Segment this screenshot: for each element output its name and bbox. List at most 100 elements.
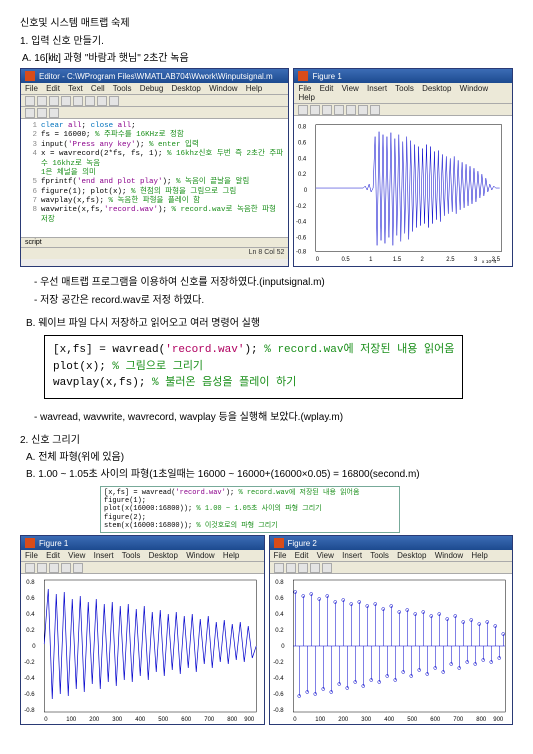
code-snippet-2: [x,fs] = wavread('record.wav'); % record… [100, 486, 400, 534]
svg-text:-0.8: -0.8 [273, 708, 284, 714]
fig1b-menubar[interactable]: File Edit View Insert Tools Desktop Wind… [21, 550, 264, 562]
svg-text:800: 800 [227, 717, 238, 723]
svg-text:0: 0 [32, 644, 36, 650]
svg-text:200: 200 [89, 717, 100, 723]
figure1-axes[interactable]: 0.80.60.4 0.20-0.2 -0.4-0.6-0.8 00.51 1.… [294, 116, 512, 266]
fig2-toolbar[interactable] [270, 562, 513, 574]
svg-text:600: 600 [430, 717, 441, 723]
editor-menubar[interactable]: File Edit Text Cell Tools Debug Desktop … [21, 83, 288, 95]
plot-stem: 0.80.60.4 0.20-0.2 -0.4-0.6-0.8 0100200 … [270, 574, 513, 724]
fig2-title: Figure 2 [288, 539, 317, 548]
figure1-title-text: Figure 1 [312, 72, 341, 81]
svg-text:0: 0 [316, 257, 320, 263]
figure1-titlebar: Figure 1 [294, 69, 512, 83]
fmenu-tools[interactable]: Tools [395, 84, 414, 93]
doc-title: 신호및 시스템 매트랩 숙제 [20, 14, 513, 29]
figure-app-icon [298, 71, 308, 81]
figure-2-window: Figure 2 File Edit View Insert Tools Des… [269, 535, 514, 725]
svg-text:0: 0 [281, 644, 285, 650]
section-2a: A. 전체 파형(위에 있음) [26, 448, 513, 463]
menu-help[interactable]: Help [246, 84, 262, 93]
section-1a: A. 16[㎑] 과형 "바람과 햇님" 2초간 녹음 [22, 49, 513, 64]
fig-icon [274, 538, 284, 548]
line-num: 1 [25, 122, 37, 131]
svg-text:0.6: 0.6 [298, 141, 307, 147]
editor-tab[interactable]: script [21, 237, 288, 247]
editor-toolbar[interactable] [21, 95, 288, 107]
fmenu-view[interactable]: View [342, 84, 359, 93]
svg-text:100: 100 [315, 717, 326, 723]
fmenu-window[interactable]: Window [460, 84, 488, 93]
svg-text:200: 200 [338, 717, 349, 723]
fmenu-insert[interactable]: Insert [367, 84, 387, 93]
fmenu-file[interactable]: File [298, 84, 311, 93]
fmenu-desktop[interactable]: Desktop [422, 84, 451, 93]
menu-window[interactable]: Window [209, 84, 237, 93]
svg-text:-0.8: -0.8 [24, 708, 35, 714]
figure1-menubar[interactable]: File Edit View Insert Tools Desktop Wind… [294, 83, 512, 104]
note-2: - 저장 공간은 record.wav로 저정 하였다. [34, 291, 513, 306]
svg-text:700: 700 [204, 717, 215, 723]
svg-text:900: 900 [244, 717, 255, 723]
code-block: [x,fs] = wavread('record.wav'); % record… [44, 335, 463, 399]
svg-text:-0.4: -0.4 [273, 676, 284, 682]
svg-text:-0.6: -0.6 [24, 692, 35, 698]
svg-text:-0.6: -0.6 [273, 692, 284, 698]
svg-text:2.5: 2.5 [447, 257, 456, 263]
menu-text[interactable]: Text [68, 84, 83, 93]
note-3: - wavread, wavwrite, wavrecord, wavplay … [34, 408, 513, 423]
svg-text:0.4: 0.4 [275, 612, 284, 618]
fig1b-toolbar[interactable] [21, 562, 264, 574]
fig1b-title: Figure 1 [39, 539, 68, 548]
svg-text:100: 100 [66, 717, 77, 723]
svg-text:900: 900 [493, 717, 504, 723]
svg-text:0.4: 0.4 [26, 612, 35, 618]
svg-text:700: 700 [453, 717, 464, 723]
menu-cell[interactable]: Cell [91, 84, 105, 93]
menu-desktop[interactable]: Desktop [172, 84, 201, 93]
fig1b-titlebar: Figure 1 [21, 536, 264, 550]
svg-text:-0.2: -0.2 [273, 660, 284, 666]
editor-toolbar-2[interactable] [21, 107, 288, 119]
fmenu-help[interactable]: Help [298, 93, 314, 102]
svg-text:300: 300 [112, 717, 123, 723]
svg-text:500: 500 [158, 717, 169, 723]
figure-1-bottom-window: Figure 1 File Edit View Insert Tools Des… [20, 535, 265, 725]
svg-text:0: 0 [304, 188, 308, 194]
svg-text:400: 400 [135, 717, 146, 723]
svg-text:2: 2 [421, 257, 424, 263]
editor-code-area[interactable]: 1clear all; close all; 2fs = 16000; % 주파… [21, 119, 288, 237]
fig1b-axes[interactable]: 0.80.60.4 0.20-0.2 -0.4-0.6-0.8 0100200 … [21, 574, 264, 724]
figure1-toolbar[interactable] [294, 104, 512, 116]
section-2b: B. 1.00 ~ 1.05초 사이의 파형(1초일때는 16000 ~ 160… [26, 465, 513, 480]
menu-edit[interactable]: Edit [46, 84, 60, 93]
svg-text:-0.4: -0.4 [24, 676, 35, 682]
svg-text:0.8: 0.8 [298, 125, 307, 131]
svg-text:0.5: 0.5 [342, 257, 351, 263]
svg-text:-0.6: -0.6 [296, 235, 307, 241]
menu-debug[interactable]: Debug [140, 84, 164, 93]
svg-text:0: 0 [44, 717, 48, 723]
svg-text:0.8: 0.8 [26, 580, 35, 586]
svg-text:500: 500 [407, 717, 418, 723]
svg-text:0.8: 0.8 [275, 580, 284, 586]
fmenu-edit[interactable]: Edit [320, 84, 334, 93]
svg-text:0.6: 0.6 [275, 596, 284, 602]
matlab-editor-window: Editor - C:\WProgram Files\WMATLAB704\Ww… [20, 68, 289, 267]
figure-1-window: Figure 1 File Edit View Insert Tools Des… [293, 68, 513, 267]
svg-text:300: 300 [361, 717, 372, 723]
editor-app-icon [25, 71, 35, 81]
svg-text:600: 600 [181, 717, 192, 723]
svg-text:-0.4: -0.4 [296, 220, 307, 226]
svg-text:1.5: 1.5 [393, 257, 402, 263]
fig2-titlebar: Figure 2 [270, 536, 513, 550]
svg-text:0.4: 0.4 [298, 156, 307, 162]
svg-text:1: 1 [370, 257, 373, 263]
menu-tools[interactable]: Tools [113, 84, 132, 93]
fig2-menubar[interactable]: File Edit View Insert Tools Desktop Wind… [270, 550, 513, 562]
fig2-axes[interactable]: 0.80.60.4 0.20-0.2 -0.4-0.6-0.8 0100200 … [270, 574, 513, 724]
waveform-plot: 0.80.60.4 0.20-0.2 -0.4-0.6-0.8 00.51 1.… [294, 116, 512, 266]
section-1b: B. 웨이브 파일 다시 저장하고 읽어오고 여러 명령어 실행 [26, 314, 513, 329]
menu-file[interactable]: File [25, 84, 38, 93]
plot-line: 0.80.60.4 0.20-0.2 -0.4-0.6-0.8 0100200 … [21, 574, 264, 724]
